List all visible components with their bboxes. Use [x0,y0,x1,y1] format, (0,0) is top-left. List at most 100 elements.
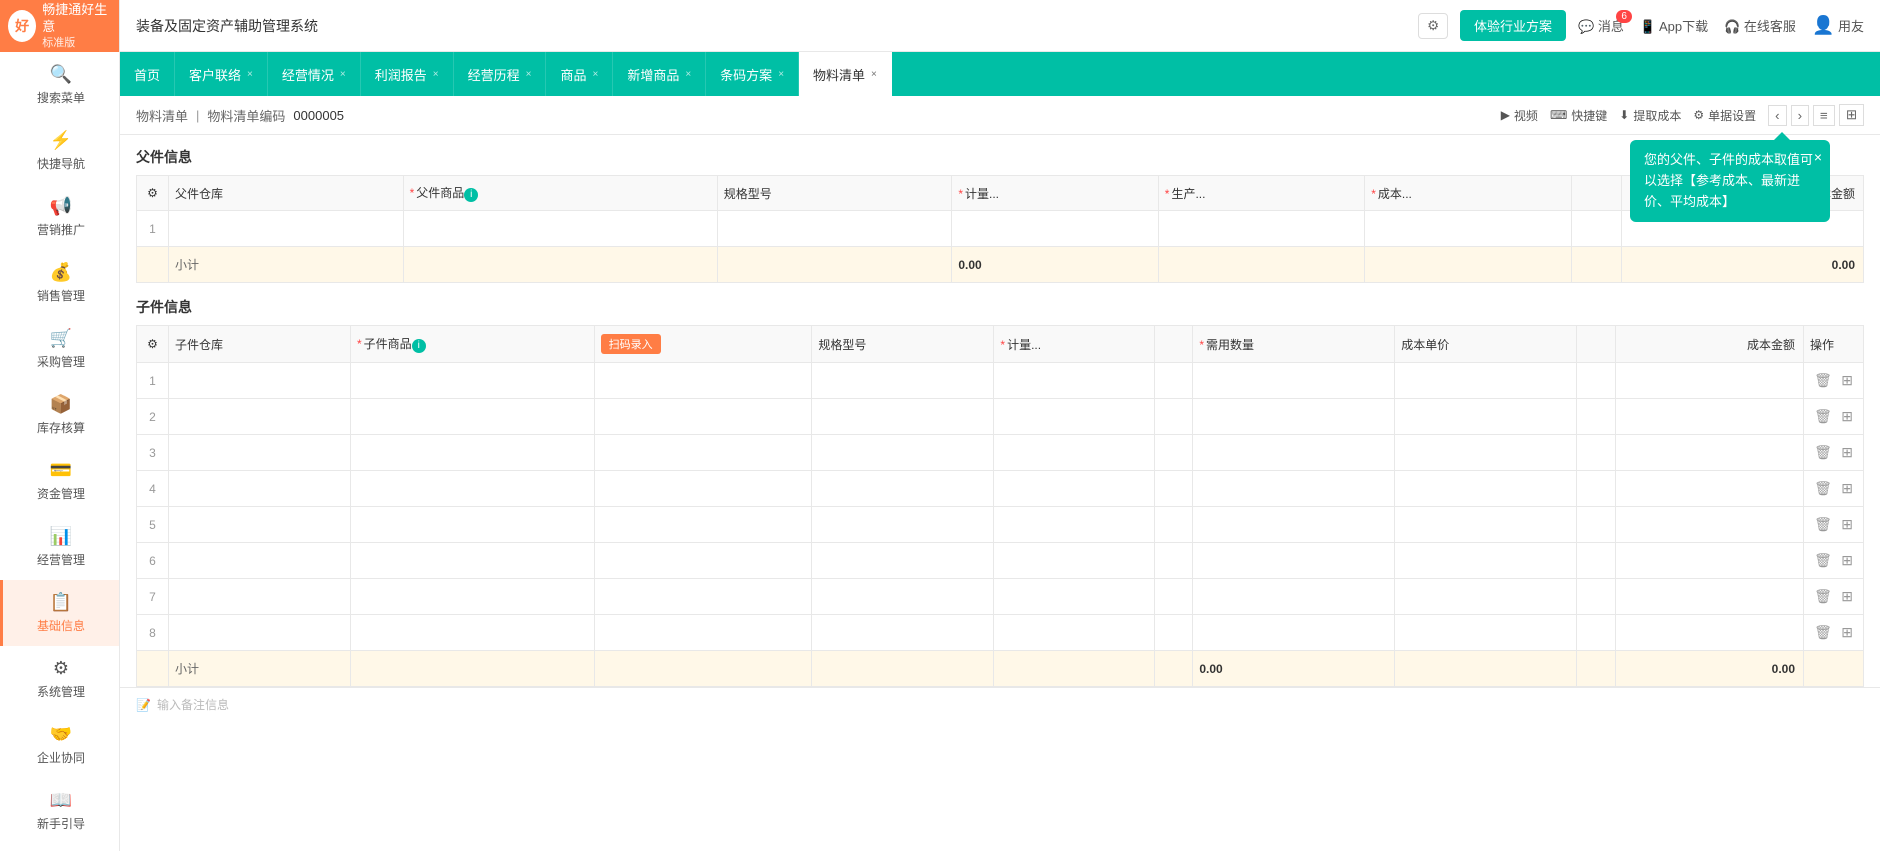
child-qty-5[interactable] [1193,507,1395,543]
sidebar-item-finance[interactable]: 💳资金管理 [0,448,119,514]
copy-icon-1[interactable]: ⊞ [1841,372,1853,388]
child-warehouse-6[interactable] [169,543,351,579]
copy-icon-7[interactable]: ⊞ [1841,588,1853,604]
single-settings-btn[interactable]: ⚙ 单据设置 [1693,107,1756,124]
navtab-5[interactable]: 商品× [546,52,613,96]
sidebar-item-purchase[interactable]: 🛒采购管理 [0,316,119,382]
child-product-8[interactable] [351,615,595,651]
navtab-close-6[interactable]: × [685,69,691,80]
child-spec-4[interactable] [812,471,994,507]
child-unit-cost-5[interactable] [1395,507,1577,543]
child-product-3[interactable] [351,435,595,471]
delete-icon-2[interactable]: 🗑 [1814,408,1832,424]
topbar-settings-button[interactable]: ⚙ [1418,13,1448,39]
view-btn[interactable]: ▶ 视频 [1501,107,1538,124]
child-product-2[interactable] [351,399,595,435]
child-unit-cost-6[interactable] [1395,543,1577,579]
child-warehouse-3[interactable] [169,435,351,471]
child-spec-5[interactable] [812,507,994,543]
navtab-close-4[interactable]: × [526,69,532,80]
copy-icon-4[interactable]: ⊞ [1841,480,1853,496]
child-unit-8[interactable] [994,615,1154,651]
navtab-close-2[interactable]: × [340,69,346,80]
delete-icon-1[interactable]: 🗑 [1814,372,1832,388]
parent-spec-1[interactable] [717,211,952,247]
navtab-close-7[interactable]: × [778,69,784,80]
copy-icon-5[interactable]: ⊞ [1841,516,1853,532]
child-qty-2[interactable] [1193,399,1395,435]
parent-product-1[interactable] [403,211,717,247]
copy-icon-3[interactable]: ⊞ [1841,444,1853,460]
sidebar-item-search[interactable]: 🔍搜索菜单 [0,52,119,118]
child-unit-2[interactable] [994,399,1154,435]
navtab-3[interactable]: 利润报告× [361,52,454,96]
child-warehouse-1[interactable] [169,363,351,399]
delete-icon-8[interactable]: 🗑 [1814,624,1832,640]
child-product-4[interactable] [351,471,595,507]
child-unit-1[interactable] [994,363,1154,399]
note-placeholder[interactable]: 输入备注信息 [157,696,229,713]
child-product-6[interactable] [351,543,595,579]
sidebar-item-inventory[interactable]: 📦库存核算 [0,382,119,448]
gear-icon[interactable]: ⚙ [147,186,158,200]
child-unit-cost-4[interactable] [1395,471,1577,507]
child-gear-icon[interactable]: ⚙ [147,337,158,351]
navtab-0[interactable]: 首页 [120,52,175,96]
child-unit-cost-7[interactable] [1395,579,1577,615]
user-info[interactable]: 👤 用友 [1812,15,1864,36]
child-warehouse-4[interactable] [169,471,351,507]
copy-icon-8[interactable]: ⊞ [1841,624,1853,640]
child-product-5[interactable] [351,507,595,543]
app-download[interactable]: 📱 App下载 [1640,16,1708,35]
navtab-4[interactable]: 经营历程× [454,52,547,96]
child-warehouse-8[interactable] [169,615,351,651]
sidebar-item-guide[interactable]: 📖新手引导 [0,778,119,844]
sidebar-item-sales[interactable]: 💰销售管理 [0,250,119,316]
delete-icon-4[interactable]: 🗑 [1814,480,1832,496]
scan-button[interactable]: 扫码录入 [601,334,661,354]
sidebar-item-basic[interactable]: 📋基础信息 [0,580,119,646]
navtab-6[interactable]: 新增商品× [613,52,706,96]
extract-cost-btn[interactable]: ⬇ 提取成本 [1619,107,1681,124]
child-spec-6[interactable] [812,543,994,579]
child-unit-3[interactable] [994,435,1154,471]
child-qty-7[interactable] [1193,579,1395,615]
sidebar-item-quick-nav[interactable]: ⚡快捷导航 [0,118,119,184]
child-spec-1[interactable] [812,363,994,399]
child-warehouse-2[interactable] [169,399,351,435]
child-unit-cost-1[interactable] [1395,363,1577,399]
child-qty-3[interactable] [1193,435,1395,471]
delete-icon-5[interactable]: 🗑 [1814,516,1832,532]
parent-production-1[interactable] [1158,211,1364,247]
child-warehouse-5[interactable] [169,507,351,543]
parent-product-info-icon[interactable]: i [464,188,478,202]
parent-warehouse-1[interactable] [169,211,404,247]
copy-icon-6[interactable]: ⊞ [1841,552,1853,568]
navtab-close-3[interactable]: × [433,69,439,80]
shortcut-btn[interactable]: ⌨ 快捷键 [1550,107,1607,124]
child-unit-7[interactable] [994,579,1154,615]
navtab-8[interactable]: 物料清单× [799,52,892,96]
child-spec-3[interactable] [812,435,994,471]
delete-icon-3[interactable]: 🗑 [1814,444,1832,460]
navtab-1[interactable]: 客户联络× [175,52,268,96]
child-product-info-icon[interactable]: i [412,339,426,353]
child-unit-cost-3[interactable] [1395,435,1577,471]
child-warehouse-7[interactable] [169,579,351,615]
child-qty-1[interactable] [1193,363,1395,399]
child-unit-cost-2[interactable] [1395,399,1577,435]
navtab-close-5[interactable]: × [592,69,598,80]
list-view-button[interactable]: ≡ [1813,105,1835,126]
sidebar-item-system[interactable]: ⚙系统管理 [0,646,119,712]
sidebar-item-collab[interactable]: 🤝企业协同 [0,712,119,778]
online-service[interactable]: 🎧 在线客服 [1724,16,1796,35]
navtab-2[interactable]: 经营情况× [268,52,361,96]
child-spec-7[interactable] [812,579,994,615]
child-unit-4[interactable] [994,471,1154,507]
trial-button[interactable]: 体验行业方案 [1460,10,1566,41]
message-badge[interactable]: 💬 消息 6 [1578,16,1624,35]
child-unit-5[interactable] [994,507,1154,543]
tooltip-close-btn[interactable]: × [1814,146,1822,168]
parent-cost-1[interactable] [1365,211,1571,247]
child-spec-2[interactable] [812,399,994,435]
